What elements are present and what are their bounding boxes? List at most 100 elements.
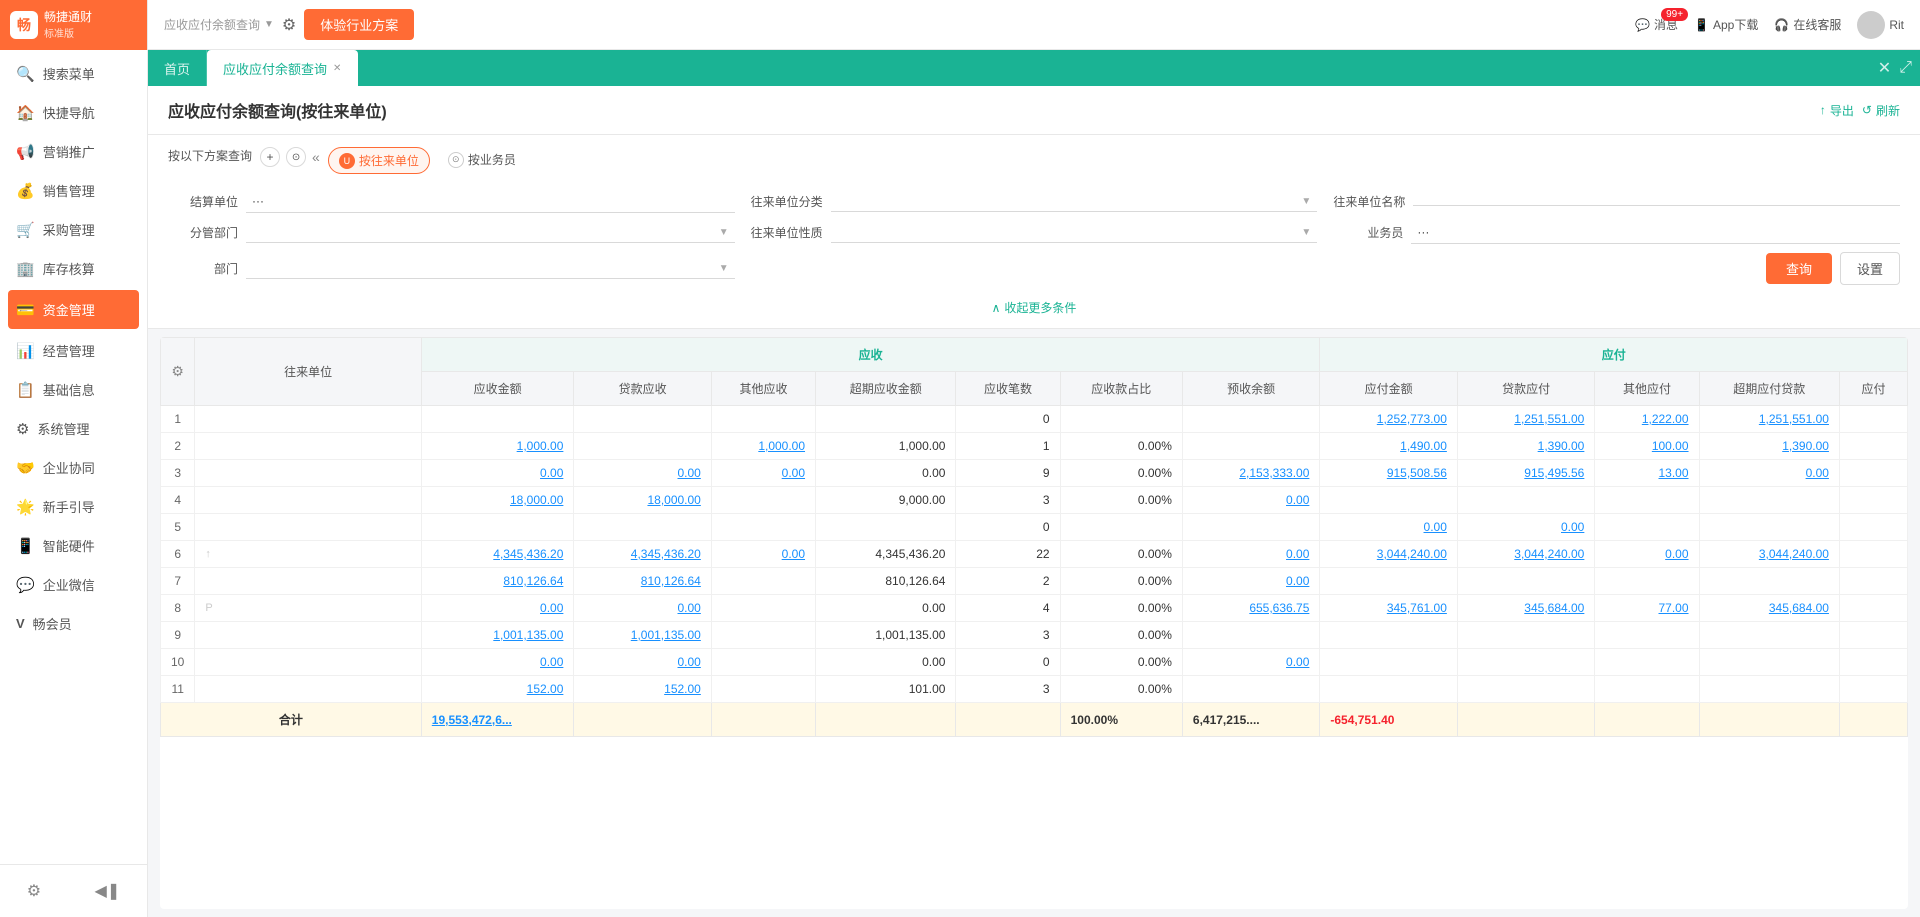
dept-head-label: 分管部门 (168, 224, 238, 241)
salesman-input[interactable]: ··· (1411, 221, 1900, 244)
refresh-btn[interactable]: ↺ 刷新 (1862, 102, 1900, 119)
th-unit: 往来单位 (195, 338, 421, 406)
th-pay-loan: 贷款应付 (1457, 372, 1594, 406)
message-btn[interactable]: 💬 消息 99+ (1635, 16, 1678, 33)
tab-close-window-icon[interactable]: ✕ (1878, 58, 1891, 78)
filter-collapse[interactable]: ∧ 收起更多条件 (168, 293, 1900, 320)
sidebar-item-purchase[interactable]: 🛒 采购管理 (0, 210, 147, 249)
export-btn[interactable]: ↑ 导出 (1820, 102, 1854, 119)
th-recv-other: 其他应收 (711, 372, 815, 406)
sidebar-label-search: 搜索菜单 (43, 64, 95, 83)
sidebar-settings-btn[interactable]: ⚙ (19, 873, 49, 909)
cell-unit (195, 433, 421, 460)
sidebar-label-sales: 销售管理 (43, 181, 95, 200)
settlement-unit-dots: ··· (252, 194, 264, 208)
guide-icon: 🌟 (16, 498, 35, 516)
sidebar-item-search[interactable]: 🔍 搜索菜单 (0, 54, 147, 93)
sidebar-label-marketing: 营销推广 (43, 142, 95, 161)
sidebar-item-finance[interactable]: 💳 资金管理 (8, 290, 139, 329)
th-pay-other: 其他应付 (1595, 372, 1699, 406)
table-row: 2 1,000.00 1,000.00 1,000.00 1 0.00% 1,4… (161, 433, 1908, 460)
sidebar-item-operation[interactable]: 📊 经营管理 (0, 331, 147, 370)
member-icon: V (16, 616, 25, 631)
salesman-label: 业务员 (1333, 224, 1403, 241)
table-row: 10 0.00 0.00 0.00 0 0.00% 0.00 (161, 649, 1908, 676)
service-btn[interactable]: 🎧 在线客服 (1774, 16, 1841, 33)
cell-index: 5 (161, 514, 195, 541)
table-row: 4 18,000.00 18,000.00 9,000.00 3 0.00% 0… (161, 487, 1908, 514)
th-payable-group: 应付 (1320, 338, 1908, 372)
filter-scheme-salesman[interactable]: ⊙ 按业务员 (438, 147, 526, 172)
settings-btn2[interactable]: 设置 (1840, 252, 1900, 285)
filter-unit-nature: 往来单位性质 ▼ (751, 221, 1318, 244)
table-row: 9 1,001,135.00 1,001,135.00 1,001,135.00… (161, 622, 1908, 649)
th-recv-advance: 预收余额 (1182, 372, 1319, 406)
cell-unit (195, 514, 421, 541)
topbar-gear-icon[interactable]: ⚙ (282, 15, 296, 35)
tab-bar: 首页 应收应付余额查询 ✕ ✕ ⤢ (148, 50, 1920, 86)
search-icon: 🔍 (16, 65, 35, 83)
unit-nature-select[interactable]: ▼ (831, 223, 1318, 243)
breadcrumb-text: 应收应付余额查询 (164, 16, 260, 33)
app-label: App下载 (1713, 16, 1758, 33)
th-receivable-group: 应收 (421, 338, 1320, 372)
sidebar-label-system: 系统管理 (37, 419, 89, 438)
tab-arap-label: 应收应付余额查询 (223, 59, 327, 78)
scheme-salesman-icon: ⊙ (448, 152, 464, 168)
sidebar-item-sales[interactable]: 💰 销售管理 (0, 171, 147, 210)
scheme-salesman-label: 按业务员 (468, 151, 516, 168)
sidebar-item-basic[interactable]: 📋 基础信息 (0, 370, 147, 409)
dept-head-select[interactable]: ▼ (246, 223, 735, 243)
sidebar-item-system[interactable]: ⚙ 系统管理 (0, 409, 147, 448)
tab-close-icon[interactable]: ✕ (333, 63, 341, 74)
tab-expand-icon[interactable]: ⤢ (1899, 59, 1912, 77)
sidebar-item-member[interactable]: V 畅会员 (0, 604, 147, 643)
sidebar-item-guide[interactable]: 🌟 新手引导 (0, 487, 147, 526)
filter-scheme-btn[interactable]: ⊙ (286, 147, 306, 167)
th-settings[interactable]: ⚙ (161, 338, 195, 406)
page-content: 应收应付余额查询(按往来单位) ↑ 导出 ↺ 刷新 按以下方案查询 (148, 86, 1920, 917)
tab-home[interactable]: 首页 (148, 50, 207, 86)
unit-name-input[interactable] (1413, 197, 1900, 206)
unit-category-select[interactable]: ▼ (831, 192, 1318, 212)
table-settings-icon[interactable]: ⚙ (171, 363, 184, 379)
tab-arap[interactable]: 应收应付余额查询 ✕ (207, 50, 358, 86)
sidebar-label-guide: 新手引导 (43, 497, 95, 516)
unit-category-chevron: ▼ (1301, 196, 1311, 207)
user-menu[interactable]: Rit (1857, 11, 1904, 39)
sidebar-item-wechat[interactable]: 💬 企业微信 (0, 565, 147, 604)
settlement-unit-input[interactable]: ··· (246, 190, 735, 213)
topbar-breadcrumb: 应收应付余额查询 ▼ ⚙ 体验行业方案 (164, 9, 1623, 40)
dept-select[interactable]: ▼ (246, 259, 735, 279)
sidebar-label-inventory: 库存核算 (43, 259, 95, 278)
sidebar-label-quick-nav: 快捷导航 (43, 103, 95, 122)
filter-dept: 部门 ▼ (168, 252, 735, 285)
dept-chevron: ▼ (719, 263, 729, 274)
cell-index: 3 (161, 460, 195, 487)
sidebar-item-hardware[interactable]: 📱 智能硬件 (0, 526, 147, 565)
sidebar-label-wechat: 企业微信 (43, 575, 95, 594)
message-icon: 💬 (1635, 18, 1650, 32)
sidebar-collapse-btn[interactable]: ◀❚ (87, 873, 129, 909)
total-pay-amount: -654,751.40 (1320, 703, 1457, 737)
th-recv-count: 应收笔数 (956, 372, 1060, 406)
avatar (1857, 11, 1885, 39)
table-row: 7 810,126.64 810,126.64 810,126.64 2 0.0… (161, 568, 1908, 595)
table-wrapper[interactable]: ⚙ 往来单位 应收 应付 应收金额 贷款应收 其他应收 超期应收金额 (160, 337, 1908, 909)
cell-index: 10 (161, 649, 195, 676)
page-header-actions: ↑ 导出 ↺ 刷新 (1820, 102, 1900, 119)
sidebar-item-enterprise[interactable]: 🤝 企业协同 (0, 448, 147, 487)
filter-expand-btn[interactable]: « (312, 149, 320, 165)
industry-btn[interactable]: 体验行业方案 (304, 9, 414, 40)
cell-index: 7 (161, 568, 195, 595)
logo-edition: 标准版 (44, 25, 92, 40)
app-download-btn[interactable]: 📱 App下载 (1694, 16, 1758, 33)
table-area: ⚙ 往来单位 应收 应付 应收金额 贷款应收 其他应收 超期应收金额 (160, 337, 1908, 909)
filter-scheme-unit[interactable]: U 按往来单位 (328, 147, 430, 174)
sidebar-item-inventory[interactable]: 🏢 库存核算 (0, 249, 147, 288)
filter-unit-category: 往来单位分类 ▼ (751, 190, 1318, 213)
filter-add-btn[interactable]: + (260, 147, 280, 167)
query-btn[interactable]: 查询 (1766, 253, 1832, 284)
sidebar-item-quick-nav[interactable]: 🏠 快捷导航 (0, 93, 147, 132)
sidebar-item-marketing[interactable]: 📢 营销推广 (0, 132, 147, 171)
